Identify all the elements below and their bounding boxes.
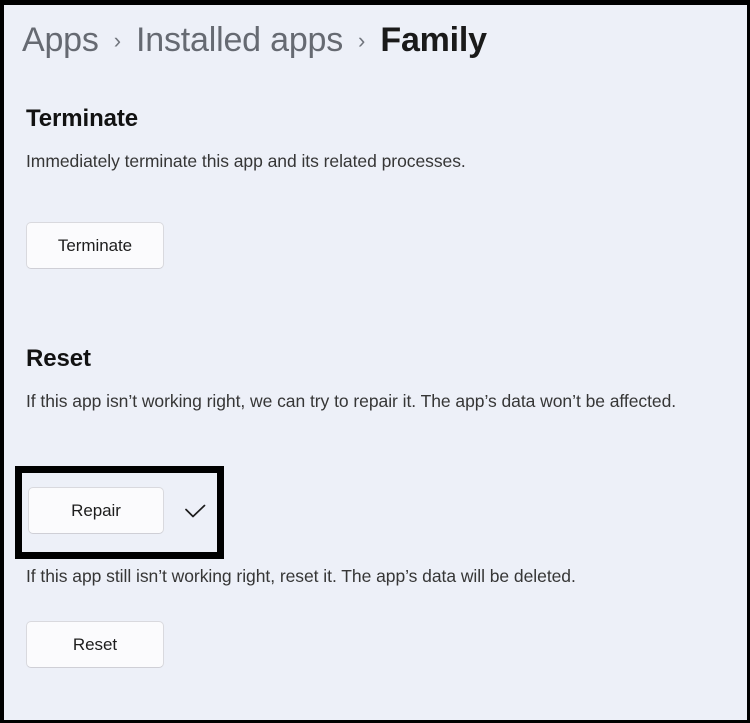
check-icon <box>182 498 208 524</box>
reset-description: If this app still isn’t working right, r… <box>26 566 576 586</box>
terminate-section: Terminate Immediately terminate this app… <box>26 105 733 175</box>
repair-button[interactable]: Repair <box>28 487 164 534</box>
breadcrumb-item-installed-apps[interactable]: Installed apps <box>136 20 343 61</box>
breadcrumb-item-apps[interactable]: Apps <box>22 20 99 61</box>
breadcrumb: Apps › Installed apps › Family <box>22 20 487 61</box>
reset-button[interactable]: Reset <box>26 621 164 668</box>
terminate-heading: Terminate <box>26 105 139 132</box>
breadcrumb-item-family: Family <box>380 21 487 59</box>
reset-section: Reset If this app isn’t working right, w… <box>26 345 733 415</box>
chevron-right-icon: › <box>358 28 366 53</box>
terminate-button[interactable]: Terminate <box>26 222 164 269</box>
terminate-description: Immediately terminate this app and its r… <box>26 150 466 171</box>
repair-button-row: Repair <box>28 487 208 534</box>
reset-description-row: If this app still isn’t working right, r… <box>26 563 737 590</box>
reset-heading: Reset <box>26 345 91 372</box>
repair-description: If this app isn’t working right, we can … <box>26 390 677 411</box>
settings-app-page: Apps › Installed apps › Family Terminate… <box>4 5 747 720</box>
terminate-button-row: Terminate <box>26 222 164 269</box>
chevron-right-icon: › <box>113 28 122 53</box>
reset-button-row: Reset <box>26 621 164 668</box>
settings-screenshot-frame: Apps › Installed apps › Family Terminate… <box>0 0 750 723</box>
